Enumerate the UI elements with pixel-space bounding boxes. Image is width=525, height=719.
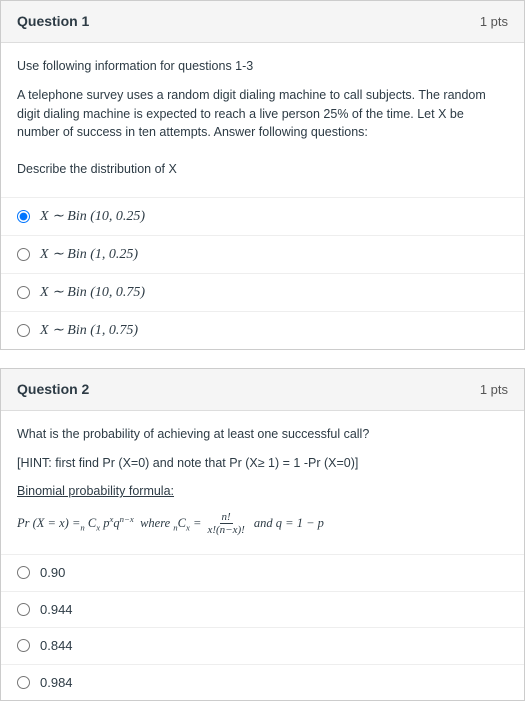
q2-option-0[interactable]: 0.90	[1, 555, 524, 592]
q1-radio-3[interactable]	[17, 324, 30, 337]
question-1-body: Use following information for questions …	[1, 43, 524, 197]
q2-option-3-label: 0.984	[40, 673, 73, 693]
q1-option-1[interactable]: X ∼ Bin (1, 0.25)	[1, 236, 524, 274]
q1-intro-2: A telephone survey uses a random digit d…	[17, 86, 508, 142]
q1-option-3-label: X ∼ Bin (1, 0.75)	[40, 320, 138, 341]
q1-radio-1[interactable]	[17, 248, 30, 261]
question-2-title: Question 2	[17, 379, 89, 400]
q2-option-1-label: 0.944	[40, 600, 73, 620]
q2-option-2[interactable]: 0.844	[1, 628, 524, 665]
q1-option-1-label: X ∼ Bin (1, 0.25)	[40, 244, 138, 265]
q1-options: X ∼ Bin (10, 0.25) X ∼ Bin (1, 0.25) X ∼…	[1, 197, 524, 349]
q1-radio-2[interactable]	[17, 286, 30, 299]
q1-intro-1: Use following information for questions …	[17, 57, 508, 76]
q2-radio-3[interactable]	[17, 676, 30, 689]
question-2-body: What is the probability of achieving at …	[1, 411, 524, 554]
q2-prompt: What is the probability of achieving at …	[17, 425, 508, 444]
question-2-header: Question 2 1 pts	[1, 369, 524, 411]
q1-option-0-label: X ∼ Bin (10, 0.25)	[40, 206, 145, 227]
q2-option-1[interactable]: 0.944	[1, 592, 524, 629]
q2-formula-label: Binomial probability formula:	[17, 482, 508, 501]
q2-radio-2[interactable]	[17, 639, 30, 652]
q2-radio-1[interactable]	[17, 603, 30, 616]
q1-radio-0[interactable]	[17, 210, 30, 223]
q2-options: 0.90 0.944 0.844 0.984	[1, 554, 524, 700]
question-1-title: Question 1	[17, 11, 89, 32]
q2-option-0-label: 0.90	[40, 563, 65, 583]
q2-option-2-label: 0.844	[40, 636, 73, 656]
q1-option-0[interactable]: X ∼ Bin (10, 0.25)	[1, 198, 524, 236]
question-1-header: Question 1 1 pts	[1, 1, 524, 43]
q2-option-3[interactable]: 0.984	[1, 665, 524, 701]
question-2-points: 1 pts	[480, 380, 508, 400]
question-1-points: 1 pts	[480, 12, 508, 32]
question-2: Question 2 1 pts What is the probability…	[0, 368, 525, 701]
q1-option-2-label: X ∼ Bin (10, 0.75)	[40, 282, 145, 303]
q2-radio-0[interactable]	[17, 566, 30, 579]
q2-hint: [HINT: first find Pr (X=0) and note that…	[17, 454, 508, 473]
q2-formula: Pr (X = x) =n Cx pxqn−x where nCx = n!x!…	[17, 511, 508, 536]
question-1: Question 1 1 pts Use following informati…	[0, 0, 525, 350]
q1-option-2[interactable]: X ∼ Bin (10, 0.75)	[1, 274, 524, 312]
q1-option-3[interactable]: X ∼ Bin (1, 0.75)	[1, 312, 524, 349]
q1-describe: Describe the distribution of X	[17, 160, 508, 179]
